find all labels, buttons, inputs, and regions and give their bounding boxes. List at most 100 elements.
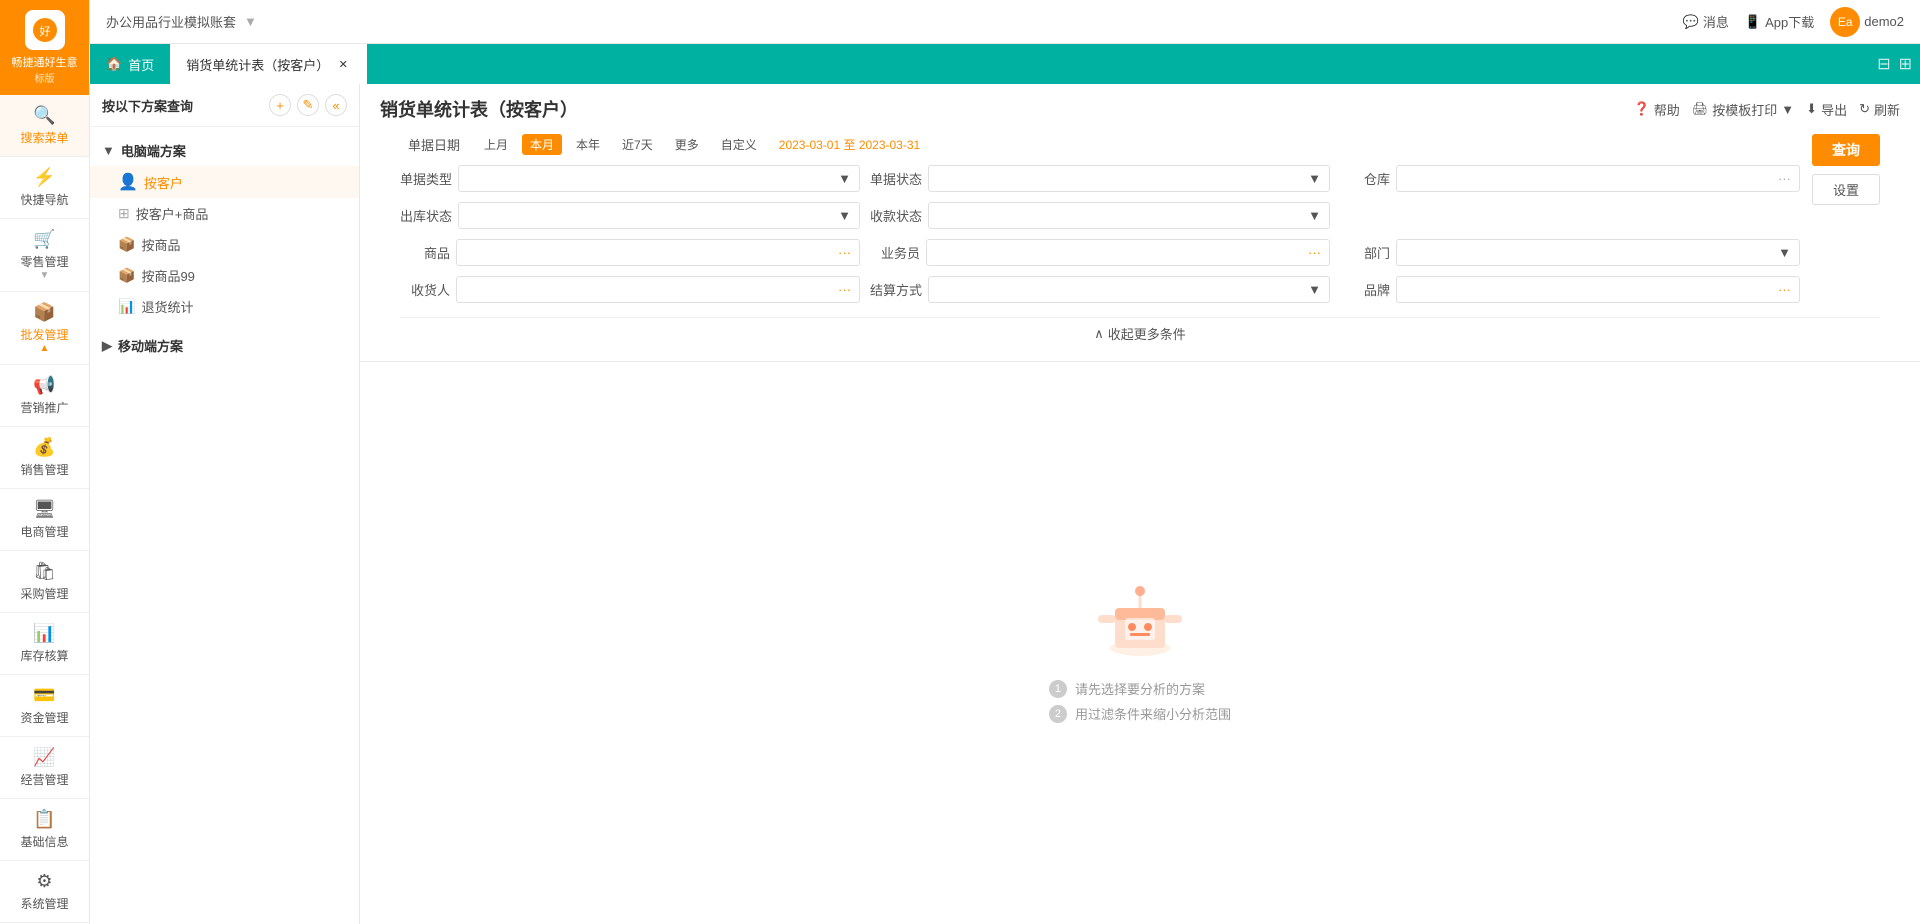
collapse-label: 收起更多条件 (1108, 324, 1186, 343)
tip-num-2: 2 (1049, 705, 1067, 723)
topbar: 办公用品行业模拟账套 ▼ 💬 消息 📱 App下载 Ea demo2 (90, 0, 1920, 44)
tab-restore-icon[interactable]: ⊟ (1877, 54, 1890, 74)
filter-warehouse: 仓库 ··· (1340, 165, 1800, 192)
date-pill-this-month[interactable]: 本月 (522, 134, 562, 155)
by-customer-icon: 👤 (118, 172, 138, 192)
page-header: 销货单统计表（按客户） ❓ 帮助 🖨 按模板打印 ▼ ⬇ (360, 84, 1920, 362)
breadcrumb: 办公用品行业模拟账套 (106, 12, 236, 31)
sidebar-logo: 好 畅捷通好生意 标版 (0, 0, 90, 95)
warehouse-label: 仓库 (1340, 169, 1390, 188)
tab-home-label: 首页 (128, 55, 154, 74)
tab-report[interactable]: 销货单统计表（按客户） ✕ (170, 44, 367, 84)
by-customer-goods-label: 按客户+商品 (136, 204, 209, 223)
refresh-btn[interactable]: ↻ 刷新 (1859, 100, 1900, 119)
edit-scheme-btn[interactable]: ✎ (297, 94, 319, 116)
date-pill-custom[interactable]: 自定义 (713, 134, 765, 155)
tab-close-btn[interactable]: ✕ (335, 56, 351, 72)
tip-text-2: 用过滤条件来缩小分析范围 (1075, 704, 1231, 723)
warehouse-select[interactable]: ··· (1396, 165, 1800, 192)
delivery-select[interactable]: ▼ (458, 202, 860, 229)
empty-tips: 1 请先选择要分析的方案 2 用过滤条件来缩小分析范围 (1049, 679, 1231, 723)
sidebar-item-marketing[interactable]: 📢 营销推广 (0, 365, 89, 427)
sidebar-item-quick[interactable]: ⚡ 快捷导航 (0, 157, 89, 219)
export-btn[interactable]: ⬇ 导出 (1806, 100, 1847, 119)
tree-item-by-customer-goods[interactable]: ⊞ 按客户+商品 (90, 198, 359, 229)
sidebar-item-basic[interactable]: 📋 基础信息 (0, 799, 89, 861)
tree-item-by-customer[interactable]: 👤 按客户 (90, 166, 359, 198)
by-goods99-label: 按商品99 (141, 266, 194, 285)
order-status-select[interactable]: ▼ (928, 165, 1330, 192)
basic-icon: 📋 (33, 809, 55, 830)
brand-select[interactable]: ··· (1396, 276, 1800, 303)
sidebar-item-label: 系统管理 (20, 895, 68, 912)
tree-mobile-section[interactable]: ▶ 移动端方案 (90, 330, 359, 361)
tree-item-by-goods99[interactable]: 📦 按商品99 (90, 260, 359, 291)
sidebar-item-label: 快捷导航 (20, 191, 68, 208)
order-type-label: 单据类型 (400, 169, 452, 188)
order-type-dropdown-icon: ▼ (838, 171, 851, 186)
empty-state: 1 请先选择要分析的方案 2 用过滤条件来缩小分析范围 (360, 362, 1920, 924)
date-pill-7days[interactable]: 近7天 (614, 134, 661, 155)
page-header-actions: ❓ 帮助 🖨 按模板打印 ▼ ⬇ 导出 ↻ (1634, 100, 1900, 119)
tabbar: 🏠 首页 销货单统计表（按客户） ✕ ⊟ ⊞ (90, 44, 1920, 84)
sidebar: 好 畅捷通好生意 标版 🔍 搜索菜单 ⚡ 快捷导航 🛒 零售管理 ▼ 📦 批发管… (0, 0, 90, 924)
settlement-select[interactable]: ▼ (928, 276, 1330, 303)
filter-payment: 收款状态 ▼ (870, 202, 1330, 229)
app-download-btn[interactable]: 📱 App下载 (1745, 12, 1814, 31)
date-pill-this-year[interactable]: 本年 (568, 134, 608, 155)
tree-item-by-goods[interactable]: 📦 按商品 (90, 229, 359, 260)
add-scheme-btn[interactable]: + (269, 94, 291, 116)
sidebar-item-label: 电商管理 (20, 523, 68, 540)
goods-select[interactable]: ··· (456, 239, 860, 266)
collapse-btn[interactable]: ∧ 收起更多条件 (400, 317, 1880, 349)
sidebar-item-label: 销售管理 (20, 461, 68, 478)
settings-button[interactable]: 设置 (1812, 174, 1880, 205)
tab-home[interactable]: 🏠 首页 (90, 44, 170, 84)
collapse-panel-btn[interactable]: « (325, 94, 347, 116)
sidebar-item-purchase[interactable]: 🛍 采购管理 (0, 551, 89, 613)
template-print-btn[interactable]: 🖨 按模板打印 ▼ (1692, 100, 1794, 119)
help-btn[interactable]: ❓ 帮助 (1634, 100, 1680, 119)
sidebar-item-ecommerce[interactable]: 🖥 电商管理 (0, 489, 89, 551)
sidebar-item-finance[interactable]: 💳 资金管理 (0, 675, 89, 737)
breadcrumb-dropdown-icon[interactable]: ▼ (244, 14, 257, 29)
salesperson-select[interactable]: ··· (926, 239, 1330, 266)
by-goods99-icon: 📦 (118, 267, 135, 284)
sidebar-item-sales[interactable]: 💰 销售管理 (0, 427, 89, 489)
action-buttons: 查询 设置 (1812, 134, 1880, 205)
date-pill-more[interactable]: 更多 (667, 134, 707, 155)
sidebar-item-operation[interactable]: 📈 经营管理 (0, 737, 89, 799)
quick-icon: ⚡ (33, 167, 55, 188)
department-select[interactable]: ▼ (1396, 239, 1800, 266)
app-download-label: App下载 (1765, 12, 1814, 31)
filter-row-type-status: 单据类型 ▼ 单据状态 (400, 165, 1800, 192)
sidebar-item-label: 搜索菜单 (20, 129, 68, 146)
logo-icon: 好 (25, 10, 65, 50)
wholesale-icon: 📦 (33, 302, 55, 323)
sidebar-item-search[interactable]: 🔍 搜索菜单 (0, 95, 89, 157)
warehouse-dots: ··· (1778, 171, 1791, 186)
sidebar-item-system[interactable]: ⚙ 系统管理 (0, 861, 89, 923)
brand-dots: ··· (1778, 282, 1791, 297)
tree-item-return-stats[interactable]: 📊 退货统计 (90, 291, 359, 322)
search-icon: 🔍 (33, 105, 55, 126)
sidebar-item-wholesale[interactable]: 📦 批发管理 ▲ (0, 292, 89, 365)
filter-consignee: 收货人 ··· (400, 276, 860, 303)
sidebar-item-inventory[interactable]: 📊 库存核算 (0, 613, 89, 675)
payment-select[interactable]: ▼ (928, 202, 1330, 229)
query-button[interactable]: 查询 (1812, 134, 1880, 166)
filter-delivery: 出库状态 ▼ (400, 202, 860, 229)
export-icon: ⬇ (1806, 101, 1817, 117)
sidebar-item-retail[interactable]: 🛒 零售管理 ▼ (0, 219, 89, 292)
date-pill-last-month[interactable]: 上月 (476, 134, 516, 155)
page-title: 销货单统计表（按客户） (380, 96, 578, 122)
tree-desktop-section[interactable]: ▼ 电脑端方案 (90, 135, 359, 166)
consignee-select[interactable]: ··· (456, 276, 860, 303)
by-goods-icon: 📦 (118, 236, 135, 253)
tab-maximize-icon[interactable]: ⊞ (1899, 54, 1912, 74)
message-btn[interactable]: 💬 消息 (1683, 12, 1729, 31)
user-menu[interactable]: Ea demo2 (1830, 7, 1904, 37)
order-type-select[interactable]: ▼ (458, 165, 860, 192)
left-panel-title: 按以下方案查询 (102, 96, 193, 115)
by-goods-label: 按商品 (141, 235, 180, 254)
